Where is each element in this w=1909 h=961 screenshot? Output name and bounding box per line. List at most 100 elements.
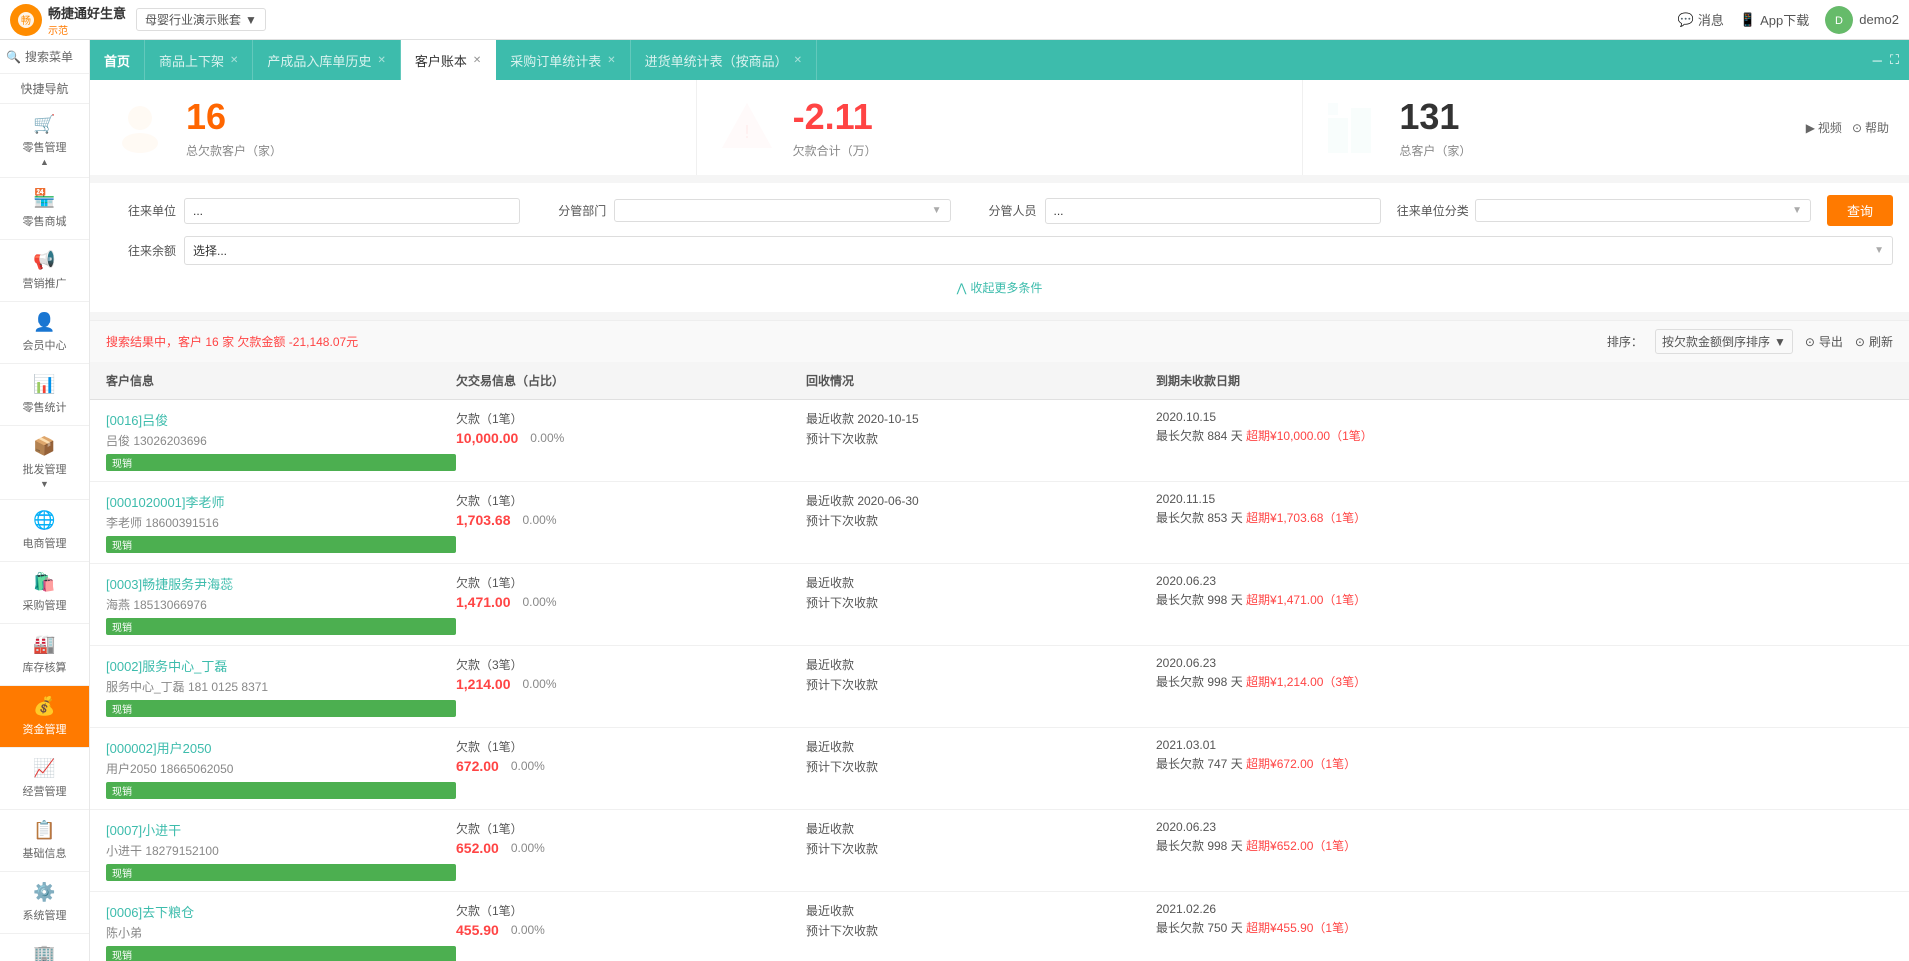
sidebar-item-enterprise[interactable]: 🏢 企业协同 [0,934,89,961]
debt-amount-6: 455.90 [456,922,499,938]
recovery-date-4: 最近收款 [806,738,1156,755]
refresh-button[interactable]: ⊙ 刷新 [1855,333,1893,350]
debt-count-4: 欠款（1笔） [456,738,806,755]
ecommerce-icon: 🌐 [33,510,55,531]
recovery-date-2: 最近收款 [806,574,1156,591]
sort-select[interactable]: 按欠款金额倒序排序 ▼ [1655,329,1793,354]
collapse-arrow-icon: ⋀ [957,281,967,295]
company-select[interactable]: 母婴行业演示账套 ▼ [136,8,266,31]
filter-person-label: 分管人员 [967,202,1037,219]
sidebar-item-purchase[interactable]: 🛍️ 采购管理 [0,562,89,624]
customer-name-3[interactable]: [0002]服务中心_丁磊 [106,656,456,675]
tab-bar-controls: ─ ⛶ [1863,40,1909,80]
sidebar-item-operations[interactable]: 📈 经营管理 [0,748,89,810]
sidebar-item-inventory[interactable]: 🏭 库存核算 [0,624,89,686]
message-icon: 💬 [1678,12,1694,28]
video-btn[interactable]: ▶ 视频 [1806,119,1842,136]
tab-customer-account-label: 客户账本 [415,51,467,70]
tab-home[interactable]: 首页 [90,40,145,80]
finance-icon: 💰 [33,696,55,717]
table-row: [0003]畅捷服务尹海蕊 海燕 18513066976 现销 欠款（1笔） 1… [90,564,1909,646]
overdue-days-text-0: 最长欠款 884 天 [1156,429,1243,443]
table-row: [0006]去下粮仓 陈小弟 现销 欠款（1笔） 455.90 0.00% [90,892,1909,961]
overdue-date-4: 2021.03.01 [1156,738,1893,752]
sidebar-item-basic-info[interactable]: 📋 基础信息 [0,810,89,872]
customer-name-0[interactable]: [0016]吕俊 [106,410,456,429]
person-input[interactable]: ... [1045,198,1381,224]
debt-info-4: 欠款（1笔） 672.00 0.00% [456,738,806,774]
query-button[interactable]: 查询 [1827,195,1893,226]
message-btn[interactable]: 💬 消息 [1678,10,1724,29]
customer-info-0: [0016]吕俊 吕俊 13026203696 现销 [106,410,456,471]
balance-select[interactable]: 选择... ▼ [184,236,1893,265]
user-area[interactable]: D demo2 [1825,6,1899,34]
sidebar-item-ecommerce[interactable]: 🌐 电商管理 [0,500,89,562]
sidebar-item-member-center[interactable]: 👤 会员中心 [0,302,89,364]
customer-fullname-1: 李老师 [186,495,225,510]
tab-production-close[interactable]: ✕ [377,55,385,66]
sidebar-item-finance[interactable]: 💰 资金管理 [0,686,89,748]
debt-amount-0: 10,000.00 [456,430,518,446]
marketing-label: 营销推广 [23,275,67,291]
category-select[interactable]: ▼ [1475,199,1811,222]
customer-name-4[interactable]: [000002]用户2050 [106,738,456,757]
tab-products[interactable]: 商品上下架 ✕ [145,40,253,80]
maximize-icon[interactable]: ⛶ [1890,52,1899,68]
debt-ratio-5: 0.00% [511,841,545,855]
overdue-days-text-2: 最长欠款 998 天 [1156,593,1243,607]
overdue-info-6: 2021.02.26 最长欠款 750 天 超期¥455.90（1笔） [1156,902,1893,936]
logo-area: 畅 畅捷通好生意 示范 [10,3,126,37]
minimize-icon[interactable]: ─ [1873,53,1882,68]
tab-purchase-order[interactable]: 采购订单统计表 ✕ [496,40,630,80]
help-btn[interactable]: ⊙ 帮助 [1852,119,1889,136]
summary-info-customers: 16 总欠款客户（家） [186,96,676,159]
overdue-link-4[interactable]: 超期¥672.00（1笔） [1246,757,1356,771]
help-label: 帮助 [1865,119,1889,136]
svg-text:!: ! [744,122,749,142]
svg-text:D: D [1835,15,1843,27]
sidebar-item-system[interactable]: ⚙️ 系统管理 [0,872,89,934]
overdue-link-2[interactable]: 超期¥1,471.00（1笔） [1246,593,1366,607]
customer-name-1[interactable]: [0001020001]李老师 [106,492,456,511]
tab-production[interactable]: 产成品入库单历史 ✕ [253,40,400,80]
sidebar-nav[interactable]: 快捷导航 [0,74,89,104]
sidebar-item-marketing[interactable]: 📢 营销推广 [0,240,89,302]
customer-name-2[interactable]: [0003]畅捷服务尹海蕊 [106,574,456,593]
sidebar-item-retail-stats[interactable]: 📊 零售统计 [0,364,89,426]
department-select[interactable]: ▼ [614,199,950,222]
wholesale-icon: 📦 [33,436,55,457]
overdue-link-3[interactable]: 超期¥1,214.00（3笔） [1246,675,1366,689]
collapse-button[interactable]: ⋀ 收起更多条件 [106,275,1893,300]
overdue-link-5[interactable]: 超期¥652.00（1笔） [1246,839,1356,853]
overdue-link-6[interactable]: 超期¥455.90（1笔） [1246,921,1356,935]
customer-fullname-4: 用户2050 [157,741,212,756]
tab-purchase-stats[interactable]: 进货单统计表（按商品） ✕ [631,40,817,80]
sidebar-item-retail-management[interactable]: 🛒 零售管理 ▲ [0,104,89,178]
debt-ratio-2: 0.00% [523,595,557,609]
export-button[interactable]: ⊙ 导出 [1805,333,1843,350]
sidebar-item-retail-store[interactable]: 🏪 零售商城 [0,178,89,240]
overdue-link-1[interactable]: 超期¥1,703.68（1笔） [1246,511,1366,525]
top-bar: 畅 畅捷通好生意 示范 母婴行业演示账套 ▼ 💬 消息 📱 App下载 [0,0,1909,40]
sidebar-search[interactable]: 🔍 搜索菜单 [0,40,89,74]
customer-name-6[interactable]: [0006]去下粮仓 [106,902,456,921]
app-download-btn[interactable]: 📱 App下载 [1740,10,1809,29]
sidebar: 🔍 搜索菜单 快捷导航 🛒 零售管理 ▲ 🏪 零售商城 📢 营销推广 [0,40,90,961]
table-row: [0016]吕俊 吕俊 13026203696 现销 欠款（1笔） 10,000… [90,400,1909,482]
tab-customer-account[interactable]: 客户账本 ✕ [401,40,496,80]
retail-store-icon: 🏪 [33,188,55,209]
overdue-info-2: 2020.06.23 最长欠款 998 天 超期¥1,471.00（1笔） [1156,574,1893,608]
tab-products-close[interactable]: ✕ [230,55,238,66]
tab-customer-account-close[interactable]: ✕ [473,55,481,66]
sidebar-item-wholesale[interactable]: 📦 批发管理 ▼ [0,426,89,500]
customer-info-5: [0007]小进干 小进干 18279152100 现销 [106,820,456,881]
customer-fullname-5: 小进干 [142,823,181,838]
overdue-link-0[interactable]: 超期¥10,000.00（1笔） [1246,429,1373,443]
supplier-input[interactable]: ... [184,198,520,224]
tab-purchase-order-close[interactable]: ✕ [607,55,615,66]
overdue-date-3: 2020.06.23 [1156,656,1893,670]
app-download-label: App下载 [1760,10,1809,29]
tab-purchase-stats-close[interactable]: ✕ [794,55,802,66]
customer-fullname-3: 服务中心_丁磊 [142,659,227,674]
customer-name-5[interactable]: [0007]小进干 [106,820,456,839]
